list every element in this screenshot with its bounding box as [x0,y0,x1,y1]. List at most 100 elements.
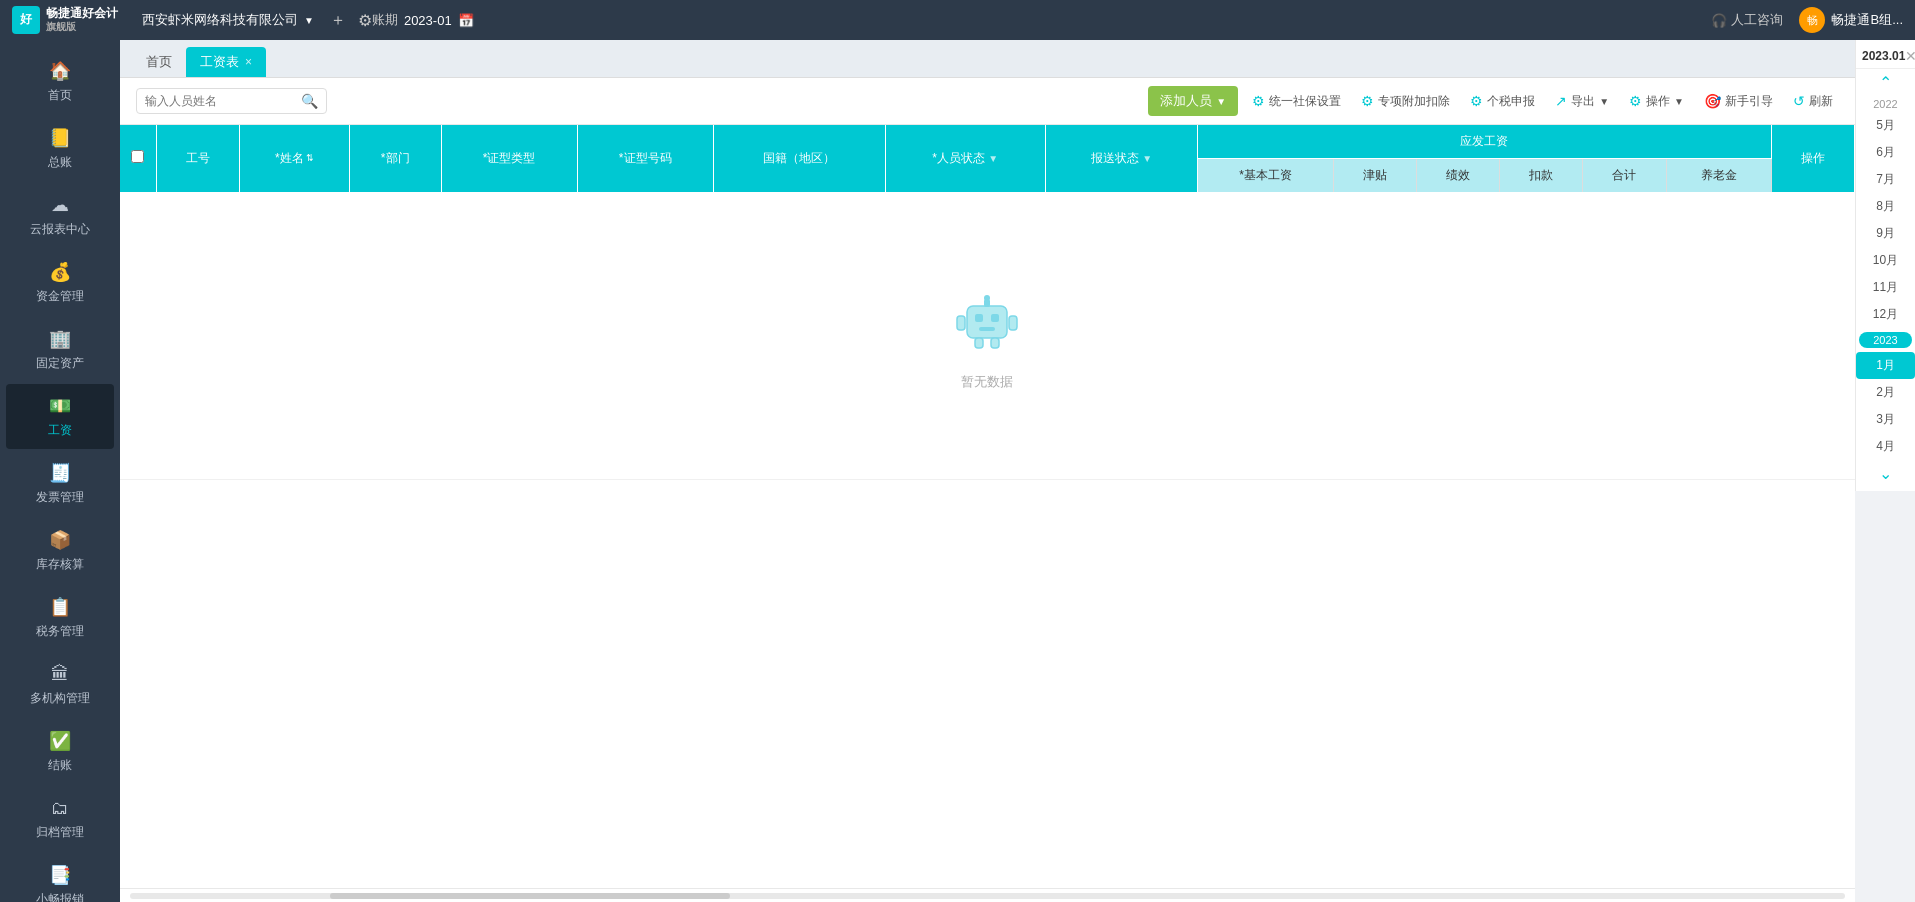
svg-point-5 [984,295,990,301]
add-btn[interactable]: ＋ [330,10,346,31]
svg-rect-1 [975,314,983,322]
tab-salary-label: 工资表 [200,53,239,71]
sidebar-item-fixed-assets[interactable]: 🏢 固定资产 [6,317,114,382]
export-icon: ↗ [1555,93,1567,109]
logo-icon: 好 [12,6,40,34]
th-checkbox[interactable] [120,125,156,192]
person-status-filter-icon[interactable]: ▼ [988,153,998,164]
refresh-btn[interactable]: ↺ 刷新 [1787,89,1839,114]
period-value: 2023-01 [404,13,452,28]
search-input[interactable] [145,94,295,108]
right-header: 🎧 人工咨询 畅 畅捷通B组... [1711,7,1903,33]
operations-label: 操作 [1646,93,1670,110]
company-selector[interactable]: 西安虾米网络科技有限公司 ▼ [142,11,314,29]
cal-month-2022-08[interactable]: 8月 [1856,193,1915,220]
tabs-bar: 首页 工资表 × [120,40,1855,78]
new-guide-btn[interactable]: 🎯 新手引导 [1698,89,1779,114]
sidebar-item-cloud-report[interactable]: ☁ 云报表中心 [6,183,114,248]
tax-icon: 📋 [48,595,72,619]
th-total: 合计 [1583,159,1666,193]
sidebar-item-salary[interactable]: 💵 工资 [6,384,114,449]
settings-btn[interactable]: ⚙ [358,11,372,30]
scroll-track [130,893,1845,899]
service-button[interactable]: 🎧 人工咨询 [1711,11,1783,29]
calendar-up-nav[interactable]: ⌃ [1875,69,1896,96]
calendar-down-nav[interactable]: ⌄ [1875,460,1896,487]
special-deduction-btn[interactable]: ⚙ 专项附加扣除 [1355,89,1456,114]
sidebar-item-closing[interactable]: ✅ 结账 [6,719,114,784]
toolbar: 🔍 添加人员 ▼ ⚙ 统一社保设置 ⚙ 专项附加扣除 ⚙ 个税申报 [120,78,1855,125]
closing-icon: ✅ [48,729,72,753]
personal-tax-icon: ⚙ [1470,93,1483,109]
empty-state: 暂无数据 [130,201,1845,471]
sidebar-item-archive[interactable]: 🗂 归档管理 [6,786,114,851]
cal-month-2022-05[interactable]: 5月 [1856,112,1915,139]
cal-month-2022-10[interactable]: 10月 [1856,247,1915,274]
social-security-btn[interactable]: ⚙ 统一社保设置 [1246,89,1347,114]
sidebar-item-ledger[interactable]: 📒 总账 [6,116,114,181]
funds-icon: 💰 [48,260,72,284]
period-label: 账期 [372,11,398,29]
svg-rect-7 [1009,316,1017,330]
special-deduction-label: 专项附加扣除 [1378,93,1450,110]
calendar-panel-wrap: 2023.01 ✕ ⛶ ⌃ 2022 5月 6月 7月 8月 9月 10月 11… [1855,40,1915,902]
new-guide-icon: 🎯 [1704,93,1721,109]
personal-tax-btn[interactable]: ⚙ 个税申报 [1464,89,1541,114]
sidebar-item-home[interactable]: 🏠 首页 [6,49,114,114]
report-status-filter-icon[interactable]: ▼ [1142,153,1152,164]
operations-btn[interactable]: ⚙ 操作 ▼ [1623,89,1690,114]
add-person-arrow: ▼ [1216,96,1226,107]
th-nationality: 国籍（地区） [713,125,885,192]
company-name: 西安虾米网络科技有限公司 [142,11,298,29]
bottom-scrollbar[interactable] [120,888,1855,902]
select-all-checkbox[interactable] [131,150,144,163]
salary-icon: 💵 [48,394,72,418]
salary-table: 工号 *姓名⇅ *部门 *证型类型 *证型号码 国籍（地区） *人员状态 ▼ [120,125,1855,480]
sidebar-label-closing: 结账 [48,757,72,774]
sidebar-item-expense[interactable]: 📑 小畅报销 [6,853,114,902]
special-deduction-icon: ⚙ [1361,93,1374,109]
svg-rect-9 [991,338,999,348]
close-panel-icon[interactable]: ✕ [1905,48,1915,64]
personal-tax-label: 个税申报 [1487,93,1535,110]
refresh-label: 刷新 [1809,93,1833,110]
sidebar-item-multi-org[interactable]: 🏛 多机构管理 [6,652,114,717]
account-period: 账期 2023-01 📅 [372,11,474,29]
sidebar-item-tax[interactable]: 📋 税务管理 [6,585,114,650]
th-dept: *部门 [349,125,441,192]
sidebar-label-inventory: 库存核算 [36,556,84,573]
cal-month-2023-04[interactable]: 4月 [1856,433,1915,460]
logo-title: 畅捷通好会计 [46,6,118,20]
cal-month-2022-07[interactable]: 7月 [1856,166,1915,193]
cal-month-2022-06[interactable]: 6月 [1856,139,1915,166]
empty-state-row: 暂无数据 [120,192,1855,479]
user-area[interactable]: 畅 畅捷通B组... [1799,7,1903,33]
sidebar-item-inventory[interactable]: 📦 库存核算 [6,518,114,583]
calendar-icon[interactable]: 📅 [458,13,474,28]
sidebar-item-funds[interactable]: 💰 资金管理 [6,250,114,315]
add-person-button[interactable]: 添加人员 ▼ [1148,86,1238,116]
th-person-status: *人员状态 ▼ [885,125,1046,192]
sidebar-item-invoice[interactable]: 🧾 发票管理 [6,451,114,516]
cal-month-2023-02[interactable]: 2月 [1856,379,1915,406]
sidebar-label-home: 首页 [48,87,72,104]
year-2022-label: 2022 [1871,96,1899,112]
archive-icon: 🗂 [48,796,72,820]
cal-month-2023-01[interactable]: 1月 [1856,352,1915,379]
th-base-salary: *基本工资 [1197,159,1333,193]
tab-home[interactable]: 首页 [132,47,186,77]
calendar-title: 2023.01 [1862,49,1905,63]
cal-month-2022-12[interactable]: 12月 [1856,301,1915,328]
cal-month-2023-03[interactable]: 3月 [1856,406,1915,433]
company-dropdown-icon: ▼ [304,15,314,26]
cal-month-2022-11[interactable]: 11月 [1856,274,1915,301]
export-btn[interactable]: ↗ 导出 ▼ [1549,89,1615,114]
sidebar: 🏠 首页 📒 总账 ☁ 云报表中心 💰 资金管理 🏢 固定资产 💵 工资 🧾 发… [0,40,120,902]
ledger-icon: 📒 [48,126,72,150]
salary-table-body: 暂无数据 [120,192,1855,479]
empty-icon [947,281,1027,361]
tab-close-icon[interactable]: × [245,55,252,69]
sidebar-label-tax: 税务管理 [36,623,84,640]
tab-salary[interactable]: 工资表 × [186,47,266,77]
cal-month-2022-09[interactable]: 9月 [1856,220,1915,247]
